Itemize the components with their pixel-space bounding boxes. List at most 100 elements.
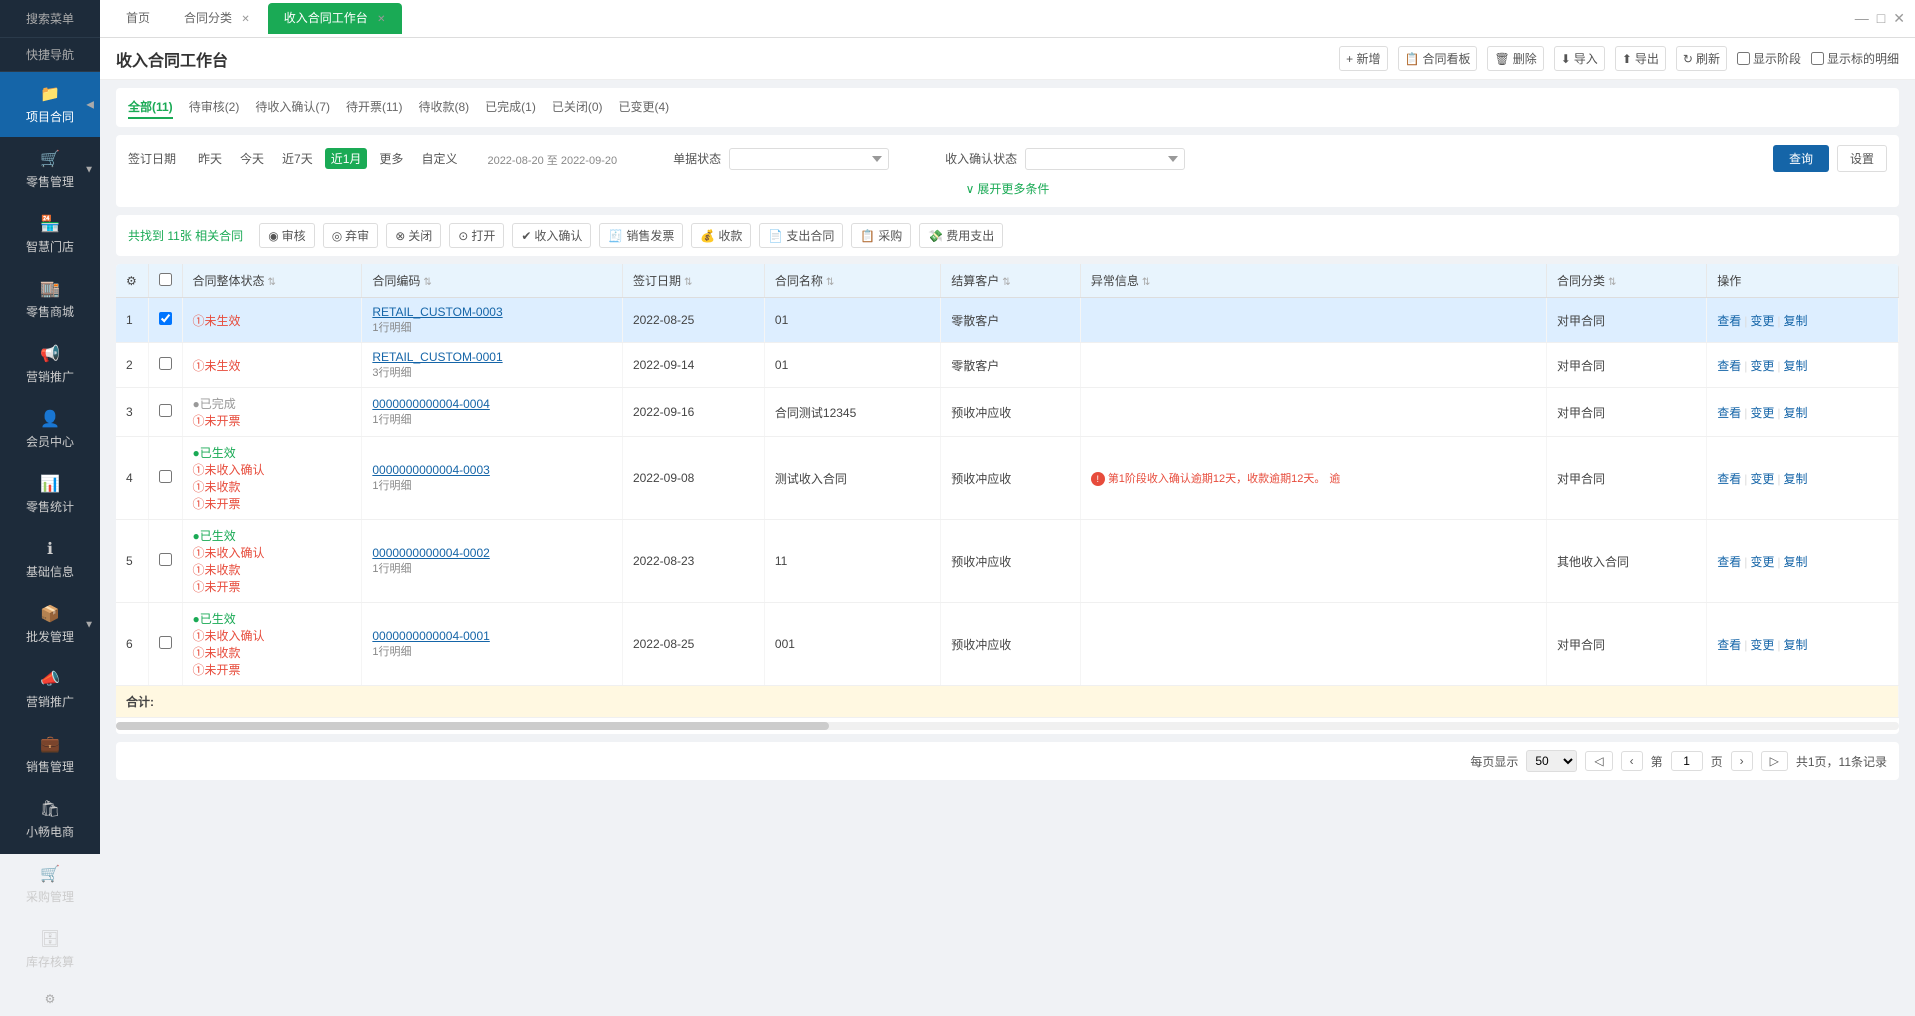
income-confirm-select[interactable] [1025, 148, 1185, 170]
minimize-btn[interactable]: — [1855, 10, 1869, 27]
view-link[interactable]: 查看 [1717, 359, 1741, 373]
payment-button[interactable]: 💰 收款 [691, 223, 751, 248]
sidebar-item-marketing2[interactable]: 📣 营销推广 [0, 657, 100, 722]
date-btn-last7[interactable]: 近7天 [276, 148, 319, 169]
query-button[interactable]: 查询 [1773, 145, 1829, 172]
next-page-btn[interactable]: › [1731, 751, 1753, 771]
doc-status-select[interactable] [729, 148, 889, 170]
copy-link[interactable]: 复制 [1783, 406, 1807, 420]
status-tab-changed[interactable]: 已变更(4) [619, 96, 670, 119]
scrollbar-thumb[interactable] [116, 722, 829, 730]
contract-code-link[interactable]: RETAIL_CUSTOM-0001 [372, 350, 612, 364]
sidebar-item-marketing[interactable]: 📢 营销推广 [0, 332, 100, 397]
board-button[interactable]: 📋 合同看板 [1398, 46, 1478, 71]
maximize-btn[interactable]: □ [1877, 10, 1885, 27]
edit-link[interactable]: 变更 [1750, 314, 1774, 328]
audit-button[interactable]: ◉ 审核 [259, 223, 315, 248]
edit-link[interactable]: 变更 [1750, 638, 1774, 652]
tab-home[interactable]: 首页 [110, 3, 166, 34]
date-btn-yesterday[interactable]: 昨天 [192, 148, 228, 169]
col-sign-date[interactable]: 签订日期⇅ [622, 264, 764, 298]
row-checkbox[interactable] [159, 312, 172, 325]
view-link[interactable]: 查看 [1717, 638, 1741, 652]
abandon-button[interactable]: ◎ 弃审 [323, 223, 379, 248]
tab-close-contract-category[interactable]: ✕ [241, 14, 249, 25]
page-number-input[interactable] [1671, 751, 1703, 771]
last-page-btn[interactable]: ▷ [1761, 751, 1788, 771]
prev-page-btn[interactable]: ‹ [1621, 751, 1643, 771]
sidebar-item-base-info[interactable]: ℹ 基础信息 [0, 527, 100, 592]
sidebar-item-member[interactable]: 👤 会员中心 [0, 397, 100, 462]
row-checkbox[interactable] [159, 636, 172, 649]
contract-code-link[interactable]: 0000000000004-0002 [372, 546, 612, 560]
tab-close-income-workbench[interactable]: ✕ [377, 14, 385, 25]
sidebar-item-retail-mall[interactable]: 🏬 零售商城 [0, 267, 100, 332]
page-size-select[interactable]: 50 10 20 100 [1526, 750, 1577, 772]
show-fields-checkbox[interactable]: 显示阶段 [1737, 50, 1801, 67]
row-checkbox[interactable] [159, 553, 172, 566]
export-button[interactable]: ⬆ 导出 [1615, 46, 1666, 71]
first-page-btn[interactable]: ◁ [1585, 751, 1612, 771]
row-checkbox[interactable] [159, 357, 172, 370]
copy-link[interactable]: 复制 [1783, 555, 1807, 569]
col-code[interactable]: 合同编码⇅ [362, 264, 623, 298]
row-checkbox[interactable] [159, 470, 172, 483]
col-status[interactable]: 合同整体状态⇅ [182, 264, 362, 298]
sidebar-item-retail-stat[interactable]: 📊 零售统计 [0, 462, 100, 527]
expand-more-btn[interactable]: ∨ 展开更多条件 [966, 180, 1050, 197]
sidebar-item-project[interactable]: 📁 项目合同 ◀ [0, 72, 100, 137]
sidebar-settings[interactable]: ⚙ [0, 982, 100, 1016]
view-link[interactable]: 查看 [1717, 472, 1741, 486]
sidebar-search[interactable]: 搜索菜单 [0, 0, 100, 38]
sidebar-quick-nav[interactable]: 快捷导航 [0, 38, 100, 72]
status-tab-pending-invoice[interactable]: 待开票(11) [346, 96, 402, 119]
status-tab-pending-review[interactable]: 待审核(2) [189, 96, 240, 119]
show-detail-checkbox[interactable]: 显示标的明细 [1811, 50, 1899, 67]
col-customer[interactable]: 结算客户⇅ [941, 264, 1081, 298]
tab-income-workbench[interactable]: 收入合同工作台 ✕ [268, 3, 402, 34]
status-tab-all[interactable]: 全部(11) [128, 96, 173, 119]
date-btn-more[interactable]: 更多 [373, 148, 409, 169]
sales-invoice-button[interactable]: 🧾 销售发票 [599, 223, 683, 248]
date-btn-custom[interactable]: 自定义 [415, 148, 463, 169]
status-tab-closed[interactable]: 已关闭(0) [552, 96, 603, 119]
edit-link[interactable]: 变更 [1750, 406, 1774, 420]
status-tab-pending-confirm[interactable]: 待收入确认(7) [255, 96, 330, 119]
contract-code-link[interactable]: 0000000000004-0001 [372, 629, 612, 643]
import-button[interactable]: ⬇ 导入 [1554, 46, 1605, 71]
open-contract-button[interactable]: ⊙ 打开 [449, 223, 504, 248]
edit-link[interactable]: 变更 [1750, 359, 1774, 373]
col-category[interactable]: 合同分类⇅ [1546, 264, 1706, 298]
view-link[interactable]: 查看 [1717, 314, 1741, 328]
horizontal-scrollbar[interactable] [116, 722, 1899, 730]
view-link[interactable]: 查看 [1717, 406, 1741, 420]
view-link[interactable]: 查看 [1717, 555, 1741, 569]
col-error[interactable]: 异常信息⇅ [1080, 264, 1546, 298]
status-tab-pending-payment[interactable]: 待收款(8) [418, 96, 469, 119]
contract-code-link[interactable]: RETAIL_CUSTOM-0003 [372, 305, 612, 319]
copy-link[interactable]: 复制 [1783, 314, 1807, 328]
delete-button[interactable]: 🗑 删除 [1487, 46, 1543, 71]
purchase-button[interactable]: 📋 采购 [851, 223, 911, 248]
sidebar-item-purchase[interactable]: 🛒 采购管理 [0, 852, 100, 917]
copy-link[interactable]: 复制 [1783, 472, 1807, 486]
close-btn[interactable]: ✕ [1893, 10, 1905, 27]
expense-pay-button[interactable]: 💸 费用支出 [919, 223, 1003, 248]
copy-link[interactable]: 复制 [1783, 359, 1807, 373]
sidebar-item-xiaochang[interactable]: 🛍 小畅电商 [0, 787, 100, 852]
status-tab-completed[interactable]: 已完成(1) [485, 96, 536, 119]
select-all-checkbox[interactable] [159, 273, 172, 286]
tab-contract-category[interactable]: 合同分类 ✕ [168, 3, 266, 34]
income-confirm-button[interactable]: ✔ 收入确认 [512, 223, 591, 248]
close-contract-button[interactable]: ⊗ 关闭 [386, 223, 441, 248]
expense-out-button[interactable]: 📄 支出合同 [759, 223, 843, 248]
contract-code-link[interactable]: 0000000000004-0003 [372, 463, 612, 477]
sidebar-item-smart-store[interactable]: 🏪 智慧门店 [0, 202, 100, 267]
date-btn-today[interactable]: 今天 [234, 148, 270, 169]
new-button[interactable]: + 新增 [1339, 46, 1387, 71]
col-name[interactable]: 合同名称⇅ [764, 264, 940, 298]
contract-code-link[interactable]: 0000000000004-0004 [372, 397, 612, 411]
edit-link[interactable]: 变更 [1750, 472, 1774, 486]
col-settings[interactable]: ⚙ [116, 264, 148, 298]
sidebar-item-wholesale[interactable]: 📦 批发管理 ▼ [0, 592, 100, 657]
